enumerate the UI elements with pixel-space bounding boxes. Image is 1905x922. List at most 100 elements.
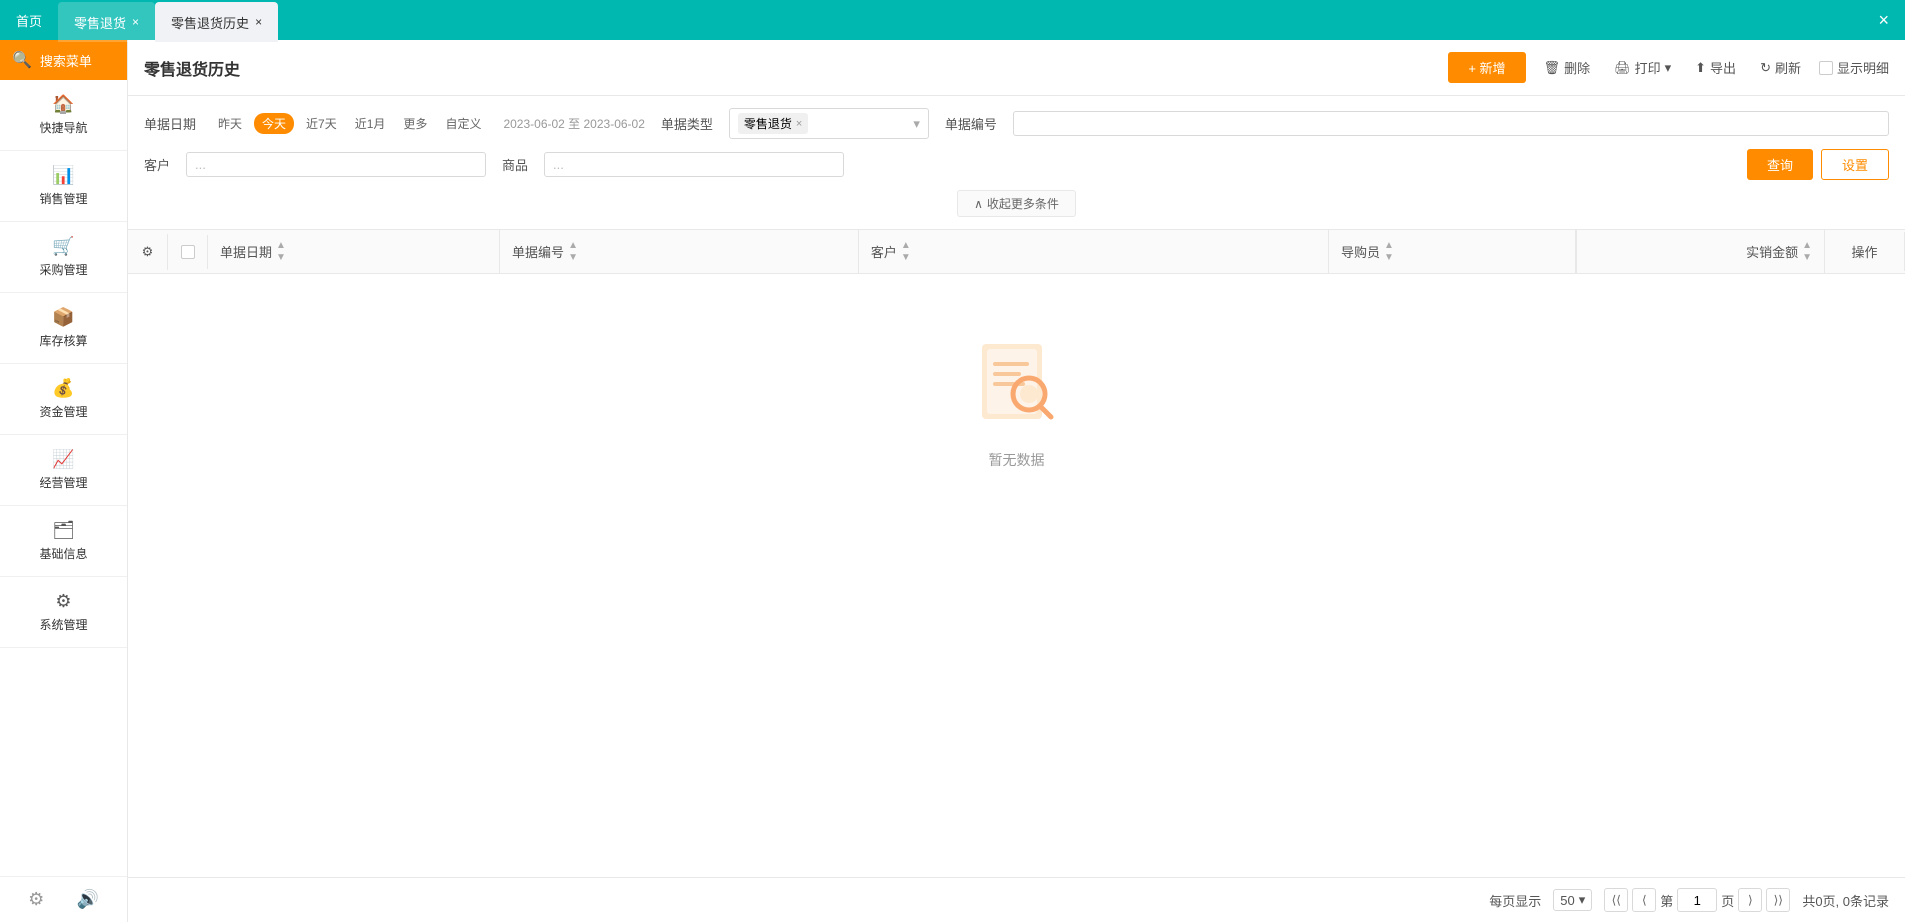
sidebar-item-system-label: 系统管理 (39, 616, 87, 633)
th-customer-label: 客户 (871, 242, 897, 261)
sidebar-item-inventory[interactable]: 📦 库存核算 (0, 293, 127, 364)
tab-home[interactable]: 首页 (0, 0, 58, 40)
sidebar-item-operations[interactable]: 📈 经营管理 (0, 435, 127, 506)
date-today[interactable]: 今天 (254, 113, 294, 134)
tab-retail-return-close[interactable]: × (132, 15, 139, 29)
th-check[interactable] (168, 235, 208, 269)
search-menu-label: 搜索菜单 (40, 51, 92, 70)
customer-filter-label: 客户 (144, 155, 170, 174)
th-date-label: 单据日期 (220, 242, 272, 261)
export-button[interactable]: ⬆ 导出 (1689, 54, 1742, 81)
docnum-filter-label: 单据编号 (945, 114, 997, 133)
show-detail-toggle[interactable]: 显示明细 (1819, 58, 1889, 77)
page-size-value: 50 (1560, 893, 1574, 908)
th-settings[interactable]: ⚙ (128, 234, 168, 270)
tab-retail-return-history[interactable]: 零售退货历史 × (155, 2, 278, 42)
date-1month[interactable]: 近1月 (349, 113, 392, 134)
content-body: ⚙ 单据日期 ▲▼ 单据编号 ▲▼ 客户 ▲▼ (128, 230, 1905, 922)
th-customer[interactable]: 客户 ▲▼ (859, 230, 1329, 273)
search-button[interactable]: 查询 (1747, 149, 1813, 180)
table-header: ⚙ 单据日期 ▲▼ 单据编号 ▲▼ 客户 ▲▼ (128, 230, 1905, 274)
date-yesterday[interactable]: 昨天 (212, 113, 248, 134)
filter-row-1: 单据日期 昨天 今天 近7天 近1月 更多 自定义 2023-06-02 至 2… (144, 108, 1889, 139)
page-number-input[interactable] (1677, 888, 1717, 912)
select-all-checkbox[interactable] (181, 245, 195, 259)
th-op: 操作 (1825, 232, 1905, 271)
sidebar-item-basicinfo[interactable]: 🗂 基础信息 (0, 506, 127, 577)
main-layout: 🔍 搜索菜单 🏠 快捷导航 📊 销售管理 🛒 采购管理 📦 库存核算 💰 资金管… (0, 40, 1905, 922)
page-title: 零售退货历史 (144, 56, 240, 80)
sidebar-item-purchase-label: 采购管理 (39, 261, 87, 278)
th-guide-label: 导购员 (1341, 242, 1380, 261)
tab-retail-return[interactable]: 零售退货 × (58, 2, 155, 42)
header-actions: + 新增 🗑 删除 🖨 打印 ▾ ⬆ 导出 ↻ 刷新 (1448, 52, 1889, 83)
collapse-filter-button[interactable]: ∧ 收起更多条件 (957, 190, 1076, 217)
filter-row-2: 客户 ... 商品 ... 查询 设置 (144, 149, 1889, 180)
num-sort-icon: ▲▼ (568, 240, 578, 263)
page-next-button[interactable]: ⟩ (1738, 888, 1762, 912)
page-last-button[interactable]: ⟩⟩ (1766, 888, 1790, 912)
sidebar: 🔍 搜索菜单 🏠 快捷导航 📊 销售管理 🛒 采购管理 📦 库存核算 💰 资金管… (0, 40, 128, 922)
export-icon: ⬆ (1695, 60, 1706, 76)
customer-filter-select[interactable]: ... (186, 152, 486, 177)
sidebar-item-basicinfo-label: 基础信息 (39, 545, 87, 562)
filter-area: 单据日期 昨天 今天 近7天 近1月 更多 自定义 2023-06-02 至 2… (128, 96, 1905, 230)
empty-image (967, 334, 1067, 434)
th-num[interactable]: 单据编号 ▲▼ (500, 230, 859, 273)
date-more[interactable]: 更多 (397, 113, 433, 134)
type-dropdown-icon: ▾ (913, 116, 920, 132)
docnum-filter-input[interactable] (1013, 111, 1889, 136)
search-icon: 🔍 (12, 50, 32, 70)
tab-retail-return-history-close[interactable]: × (255, 15, 262, 29)
delete-button[interactable]: 🗑 删除 (1538, 54, 1597, 81)
sidebar-item-finance-label: 资金管理 (39, 403, 87, 420)
goods-placeholder: ... (553, 157, 564, 172)
date-custom[interactable]: 自定义 (439, 113, 487, 134)
page-prev-button[interactable]: ⟨ (1632, 888, 1656, 912)
date-range-display: 2023-06-02 至 2023-06-02 (503, 115, 644, 132)
tab-retail-return-history-label: 零售退货历史 (171, 13, 249, 32)
delete-icon: 🗑 (1544, 60, 1561, 76)
th-guide[interactable]: 导购员 ▲▼ (1329, 230, 1577, 273)
speaker-bottom-icon[interactable]: 🔊 (76, 889, 98, 910)
delete-label: 删除 (1564, 58, 1590, 77)
table-area: ⚙ 单据日期 ▲▼ 单据编号 ▲▼ 客户 ▲▼ (128, 230, 1905, 877)
print-icon: 🖨 (1614, 60, 1631, 76)
page-first-button[interactable]: ⟨⟨ (1604, 888, 1628, 912)
page-nav: ⟨⟨ ⟨ 第 页 ⟩ ⟩⟩ (1604, 888, 1790, 912)
settings-button[interactable]: 设置 (1821, 149, 1889, 180)
empty-state: 暂无数据 (128, 274, 1905, 530)
type-filter-tag-close[interactable]: × (796, 118, 802, 130)
th-amount[interactable]: 实销金额 ▲▼ (1576, 230, 1825, 273)
finance-icon: 💰 (52, 378, 74, 399)
search-menu[interactable]: 🔍 搜索菜单 (0, 40, 127, 80)
sidebar-item-finance[interactable]: 💰 资金管理 (0, 364, 127, 435)
th-amount-label: 实销金额 (1746, 242, 1798, 261)
query-button[interactable]: + 新增 (1448, 52, 1525, 83)
th-date[interactable]: 单据日期 ▲▼ (208, 230, 500, 273)
tab-retail-return-label: 零售退货 (74, 13, 126, 32)
window-close-button[interactable]: × (1862, 10, 1905, 31)
sidebar-item-system[interactable]: ⚙ 系统管理 (0, 577, 127, 648)
date-7days[interactable]: 近7天 (300, 113, 343, 134)
sidebar-item-inventory-label: 库存核算 (39, 332, 87, 349)
date-filter-label: 单据日期 (144, 114, 196, 133)
page-size-select[interactable]: 50 ▾ (1553, 889, 1592, 911)
settings-bottom-icon[interactable]: ⚙ (28, 889, 44, 910)
refresh-button[interactable]: ↻ 刷新 (1754, 54, 1807, 81)
sidebar-item-quicknav[interactable]: 🏠 快捷导航 (0, 80, 127, 151)
sidebar-item-sales[interactable]: 📊 销售管理 (0, 151, 127, 222)
sales-icon: 📊 (52, 165, 74, 186)
th-num-label: 单据编号 (512, 242, 564, 261)
goods-filter-select[interactable]: ... (544, 152, 844, 177)
sidebar-item-purchase[interactable]: 🛒 采购管理 (0, 222, 127, 293)
table-footer: 每页显示 50 ▾ ⟨⟨ ⟨ 第 页 ⟩ ⟩⟩ 共0页, 0条记录 (128, 877, 1905, 922)
print-button[interactable]: 🖨 打印 ▾ (1608, 54, 1677, 81)
print-label: 打印 (1635, 58, 1661, 77)
show-detail-label: 显示明细 (1837, 58, 1889, 77)
page-size-dropdown-icon: ▾ (1579, 892, 1586, 908)
show-detail-checkbox[interactable] (1819, 61, 1833, 75)
export-label: 导出 (1710, 58, 1736, 77)
type-filter-select[interactable]: 零售退货 × ▾ (729, 108, 929, 139)
refresh-icon: ↻ (1760, 60, 1771, 76)
